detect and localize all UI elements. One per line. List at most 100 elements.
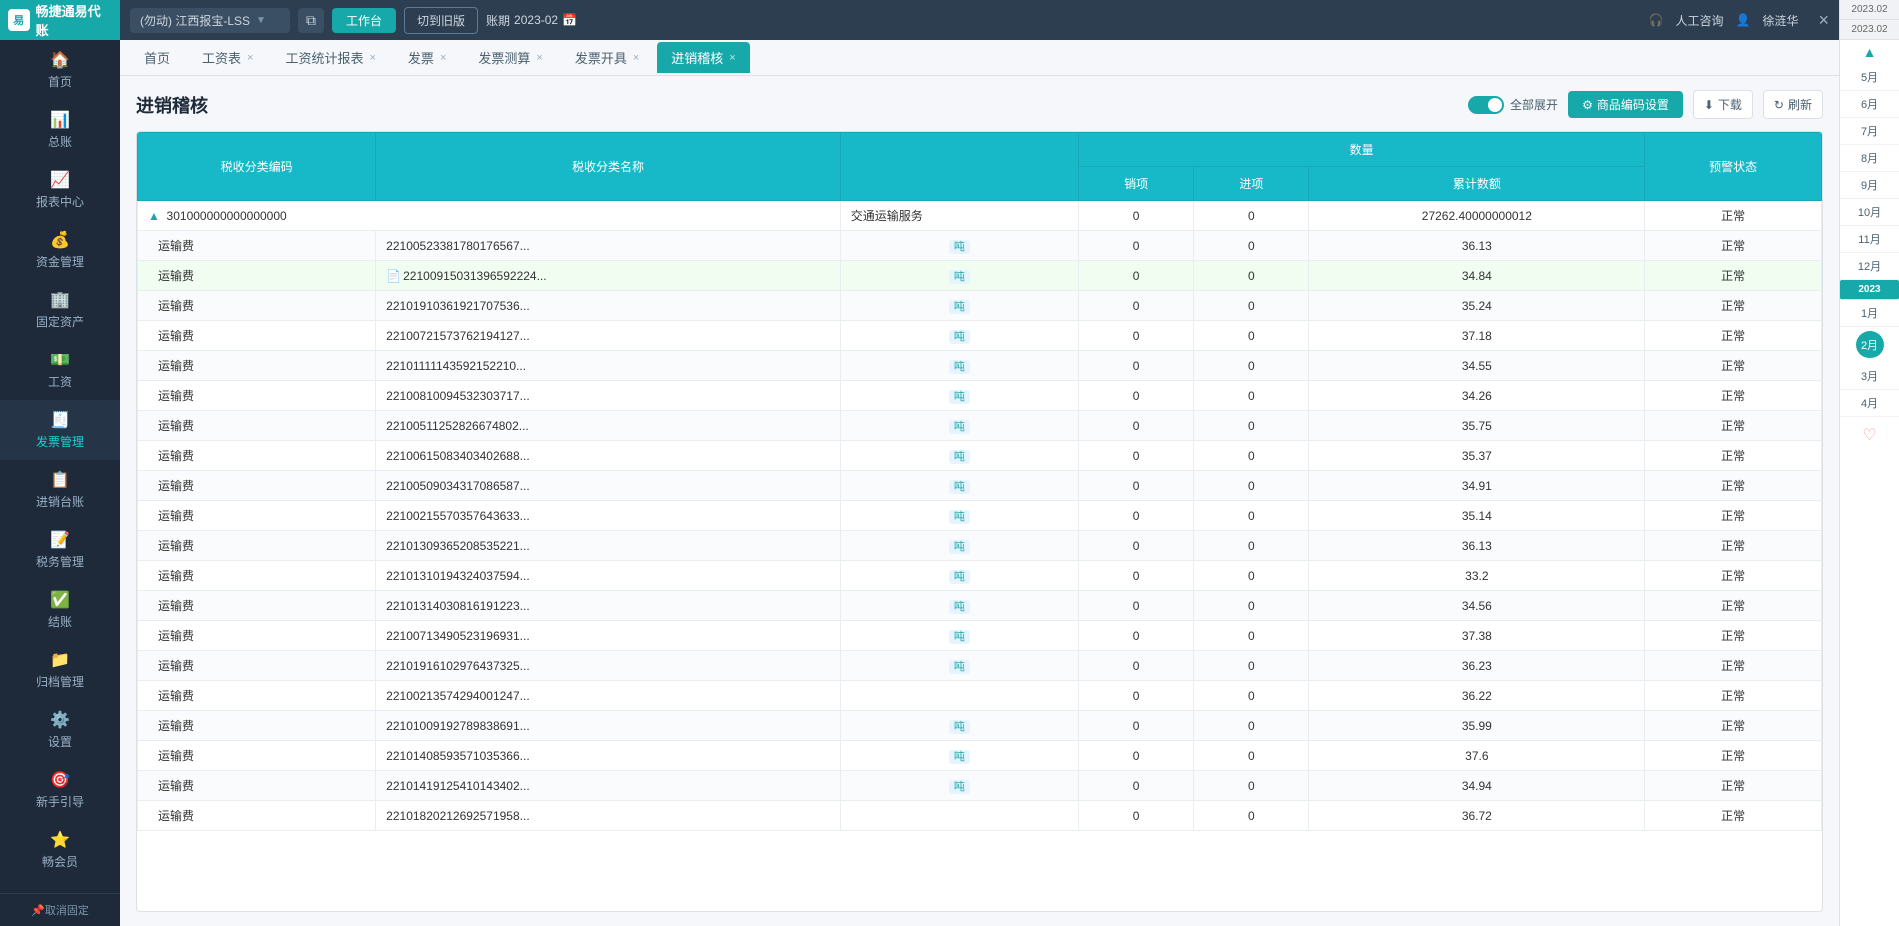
cell-tag: 吨 [840,231,1078,261]
sidebar-item-label: 税务管理 [36,553,84,570]
cell-tag: 吨 [840,261,1078,291]
month-7[interactable]: 7月 [1840,118,1899,145]
sidebar-item-purchase-ledger[interactable]: 📋 进销台账 [0,460,120,520]
sidebar-item-settings[interactable]: ⚙️ 设置 [0,700,120,760]
month-2-active[interactable]: 2月 [1856,331,1884,359]
sidebar-item-archive[interactable]: 📁 归档管理 [0,640,120,700]
sidebar-item-tax[interactable]: 📝 税务管理 [0,520,120,580]
sidebar-item-label: 发票管理 [36,433,84,450]
cell-invoice-no: 22100511252826674802... [376,411,841,441]
sidebar-item-settlement[interactable]: ✅ 结账 [0,580,120,640]
cell-tag: 吨 [840,711,1078,741]
cell-sale: 0 [1078,801,1193,831]
expand-toggle-switch[interactable] [1468,96,1504,114]
month-6[interactable]: 6月 [1840,91,1899,118]
sidebar-item-member[interactable]: ⭐ 畅会员 [0,820,120,880]
download-label: 下载 [1718,96,1742,113]
month-5[interactable]: 5月 [1840,64,1899,91]
tab-home[interactable]: 首页 [130,42,184,73]
cell-invoice-no: 22100713490523196931... [376,621,841,651]
tab-invoice-open-close[interactable]: × [633,52,639,64]
download-btn[interactable]: ⬇ 下载 [1693,90,1753,119]
sidebar-item-label: 资金管理 [36,253,84,270]
expand-toggle[interactable]: 全部展开 [1468,96,1558,114]
unpin-button[interactable]: 📌 取消固定 [0,893,120,926]
tab-invoice[interactable]: 发票 × [394,42,460,73]
cell-invoice-no: 22101910361921707536... [376,291,841,321]
cell-sale: 0 [1078,681,1193,711]
unit-tag: 吨 [949,360,970,374]
cell-sale: 0 [1078,201,1193,231]
archive-icon: 📁 [50,650,70,670]
close-button[interactable]: × [1818,10,1829,31]
tab-invoice-calc-close[interactable]: × [536,52,542,64]
tab-invoice-open[interactable]: 发票开具 × [561,42,653,73]
tab-invoice-close[interactable]: × [440,52,446,64]
sidebar-item-finance[interactable]: 💰 资金管理 [0,220,120,280]
tab-invoice-calc[interactable]: 发票测算 × [464,42,556,73]
cell-purchase: 0 [1194,261,1309,291]
cell-purchase: 0 [1194,621,1309,651]
page-actions: 全部展开 ⚙ 商品编码设置 ⬇ 下载 ↻ 刷新 [1468,90,1823,119]
month-10[interactable]: 10月 [1840,199,1899,226]
tab-invoice-reconcile-close[interactable]: × [729,52,735,64]
cell-sale: 0 [1078,531,1193,561]
sidebar-item-label: 总账 [48,133,72,150]
cell-cumulative: 34.91 [1309,471,1645,501]
month-8[interactable]: 8月 [1840,145,1899,172]
cell-sale: 0 [1078,261,1193,291]
sidebar-item-assets[interactable]: 🏢 固定资产 [0,280,120,340]
sidebar-item-guide[interactable]: 🎯 新手引导 [0,760,120,820]
cell-cumulative: 35.99 [1309,711,1645,741]
cell-invoice-no: 22100509034317086587... [376,471,841,501]
payroll-icon: 💵 [50,350,70,370]
cell-cumulative: 36.13 [1309,531,1645,561]
month-11[interactable]: 11月 [1840,226,1899,253]
sidebar-item-reports[interactable]: 📈 报表中心 [0,160,120,220]
workspace-button[interactable]: 工作台 [332,8,396,33]
month-9[interactable]: 9月 [1840,172,1899,199]
col-quantity-group: 数量 [1078,133,1644,167]
page-content: 进销稽核 全部展开 ⚙ 商品编码设置 ⬇ 下载 ↻ 刷新 [120,76,1839,926]
tab-payroll-stats[interactable]: 工资统计报表 × [271,42,389,73]
cell-sale: 0 [1078,381,1193,411]
tab-payroll-stats-close[interactable]: × [369,52,375,64]
switch-version-label: 切到旧版 [417,14,465,28]
calendar-nav-up[interactable]: ▲ [1840,40,1899,64]
company-selector[interactable]: (勿动) 江西报宝-LSS ▼ [130,8,290,33]
settings-btn[interactable]: ⚙ 商品编码设置 [1568,91,1683,118]
tab-payroll-close[interactable]: × [247,52,253,64]
cell-cumulative: 34.94 [1309,771,1645,801]
cell-indent: 运输费 [138,651,376,681]
sidebar-item-payroll[interactable]: 💵 工资 [0,340,120,400]
tab-invoice-reconcile[interactable]: 进销稽核 × [657,42,749,73]
month-1[interactable]: 1月 [1840,300,1899,327]
sidebar-item-home[interactable]: 🏠 首页 [0,40,120,100]
cell-invoice-no: 22100523381780176567... [376,231,841,261]
cell-tag: 吨 [840,591,1078,621]
refresh-btn[interactable]: ↻ 刷新 [1763,90,1823,119]
support-label[interactable]: 人工咨询 [1676,12,1724,29]
expand-toggle-label: 全部展开 [1510,96,1558,113]
cell-invoice-no: 📄22100915031396592224... [376,261,841,291]
cell-status: 正常 [1645,351,1822,381]
month-3[interactable]: 3月 [1840,363,1899,390]
tab-payroll[interactable]: 工资表 × [188,42,267,73]
settings-btn-icon: ⚙ [1582,98,1593,112]
cell-tag [840,681,1078,711]
cell-tag: 吨 [840,651,1078,681]
cell-status: 正常 [1645,741,1822,771]
data-table-container[interactable]: 税收分类编码 税收分类名称 数量 预警状态 销项 进项 累计数额 ▲ 30100… [136,131,1823,912]
copy-button[interactable]: ⧉ [298,8,324,33]
expand-icon[interactable]: ▲ [148,209,160,223]
cell-tag: 吨 [840,291,1078,321]
month-4[interactable]: 4月 [1840,390,1899,417]
sidebar-item-invoice-mgmt[interactable]: 🧾 发票管理 [0,400,120,460]
month-12[interactable]: 12月 [1840,253,1899,280]
unit-tag: 吨 [949,570,970,584]
refresh-label: 刷新 [1788,96,1812,113]
cell-sale: 0 [1078,321,1193,351]
sidebar-item-ledger[interactable]: 📊 总账 [0,100,120,160]
settings-icon: ⚙️ [50,710,70,730]
switch-version-button[interactable]: 切到旧版 [404,7,478,34]
